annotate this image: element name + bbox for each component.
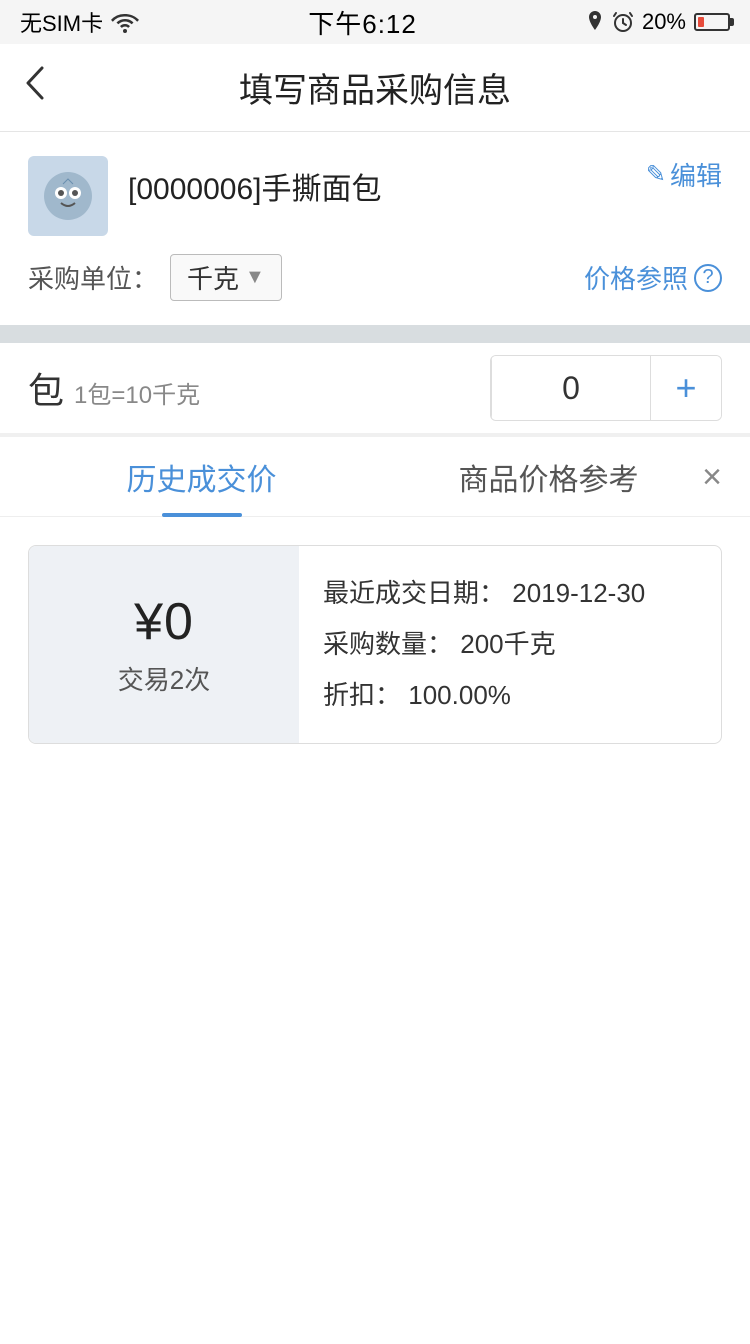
purchase-unit-label: 采购单位： xyxy=(28,259,158,296)
battery-indicator xyxy=(694,13,730,31)
status-time: 下午6:12 xyxy=(308,4,417,41)
product-meta: 采购单位： 千克 ▼ 价格参照 ? xyxy=(28,254,722,301)
purchase-quantity-row: 采购数量： 200千克 xyxy=(323,625,697,664)
unit-selector[interactable]: 千克 ▼ xyxy=(170,254,282,301)
alarm-icon xyxy=(612,11,634,33)
product-thumbnail xyxy=(28,156,108,236)
status-bar: 无SIM卡 下午6:12 20% xyxy=(0,0,750,44)
quantity-value[interactable]: 0 xyxy=(491,356,651,420)
unit-value: 千克 xyxy=(187,259,239,296)
price-ref-label: 价格参照 xyxy=(584,259,688,296)
quantity-control: 0 + xyxy=(490,355,722,421)
discount-value: 100.00% xyxy=(408,680,511,710)
history-price-section: ¥0 交易2次 xyxy=(29,546,299,743)
history-trades-count: 交易2次 xyxy=(118,660,210,697)
tabs-panel: 历史成交价 商品价格参考 × ¥0 交易2次 最近成交日期： 2019-12-3… xyxy=(0,437,750,744)
nav-bar: 填写商品采购信息 xyxy=(0,44,750,132)
edit-icon: ✎ xyxy=(646,160,666,189)
section-divider xyxy=(0,325,750,343)
quantity-label: 包 1包=10千克 xyxy=(28,362,200,414)
back-button[interactable] xyxy=(24,65,46,110)
price-number: 0 xyxy=(164,593,194,651)
wifi-icon xyxy=(111,11,139,33)
edit-label: 编辑 xyxy=(670,156,722,193)
tab-price-reference[interactable]: 商品价格参考 xyxy=(375,437,722,517)
discount-row: 折扣： 100.00% xyxy=(323,676,697,715)
history-details-section: 最近成交日期： 2019-12-30 采购数量： 200千克 折扣： 100.0… xyxy=(299,546,721,743)
location-icon xyxy=(586,11,604,33)
price-ref-help-icon: ? xyxy=(694,264,722,292)
discount-label: 折扣： xyxy=(323,680,401,710)
product-left: [0000006]手撕面包 xyxy=(28,156,381,236)
purchase-quantity-value: 200千克 xyxy=(460,629,555,659)
quantity-unit-big: 包 xyxy=(28,362,64,414)
tabs-close-button[interactable]: × xyxy=(702,460,722,494)
status-left: 无SIM卡 xyxy=(20,6,139,38)
dropdown-arrow-icon: ▼ xyxy=(245,266,265,289)
quantity-plus-button[interactable]: + xyxy=(651,356,721,420)
quantity-row: 包 1包=10千克 0 + xyxy=(0,343,750,433)
product-header: [0000006]手撕面包 ✎ 编辑 xyxy=(28,156,722,236)
battery-percent: 20% xyxy=(642,9,686,35)
recent-date-row: 最近成交日期： 2019-12-30 xyxy=(323,574,697,613)
history-card: ¥0 交易2次 最近成交日期： 2019-12-30 采购数量： 200千克 折… xyxy=(28,545,722,744)
recent-date-label: 最近成交日期： xyxy=(323,578,505,608)
tab-history-price[interactable]: 历史成交价 xyxy=(28,437,375,517)
currency-symbol: ¥ xyxy=(134,593,164,651)
tab-history-price-label: 历史成交价 xyxy=(127,455,277,499)
tab-price-reference-label: 商品价格参考 xyxy=(459,455,639,499)
status-right: 20% xyxy=(586,9,730,35)
page-title: 填写商品采购信息 xyxy=(239,63,511,112)
recent-date-value: 2019-12-30 xyxy=(512,578,645,608)
empty-content-area xyxy=(0,744,750,1344)
edit-button[interactable]: ✎ 编辑 xyxy=(646,156,722,193)
tab-active-indicator xyxy=(162,513,242,517)
price-ref-button[interactable]: 价格参照 ? xyxy=(584,259,722,296)
tabs-header: 历史成交价 商品价格参考 × xyxy=(0,437,750,517)
product-icon xyxy=(41,169,95,223)
quantity-unit-detail: 1包=10千克 xyxy=(74,375,200,410)
purchase-quantity-label: 采购数量： xyxy=(323,629,453,659)
carrier-text: 无SIM卡 xyxy=(20,6,103,38)
product-card: [0000006]手撕面包 ✎ 编辑 采购单位： 千克 ▼ 价格参照 ? xyxy=(0,132,750,325)
history-price-value: ¥0 xyxy=(134,592,194,652)
product-full-name: [0000006]手撕面包 xyxy=(128,164,381,208)
purchase-unit-section: 采购单位： 千克 ▼ xyxy=(28,254,282,301)
